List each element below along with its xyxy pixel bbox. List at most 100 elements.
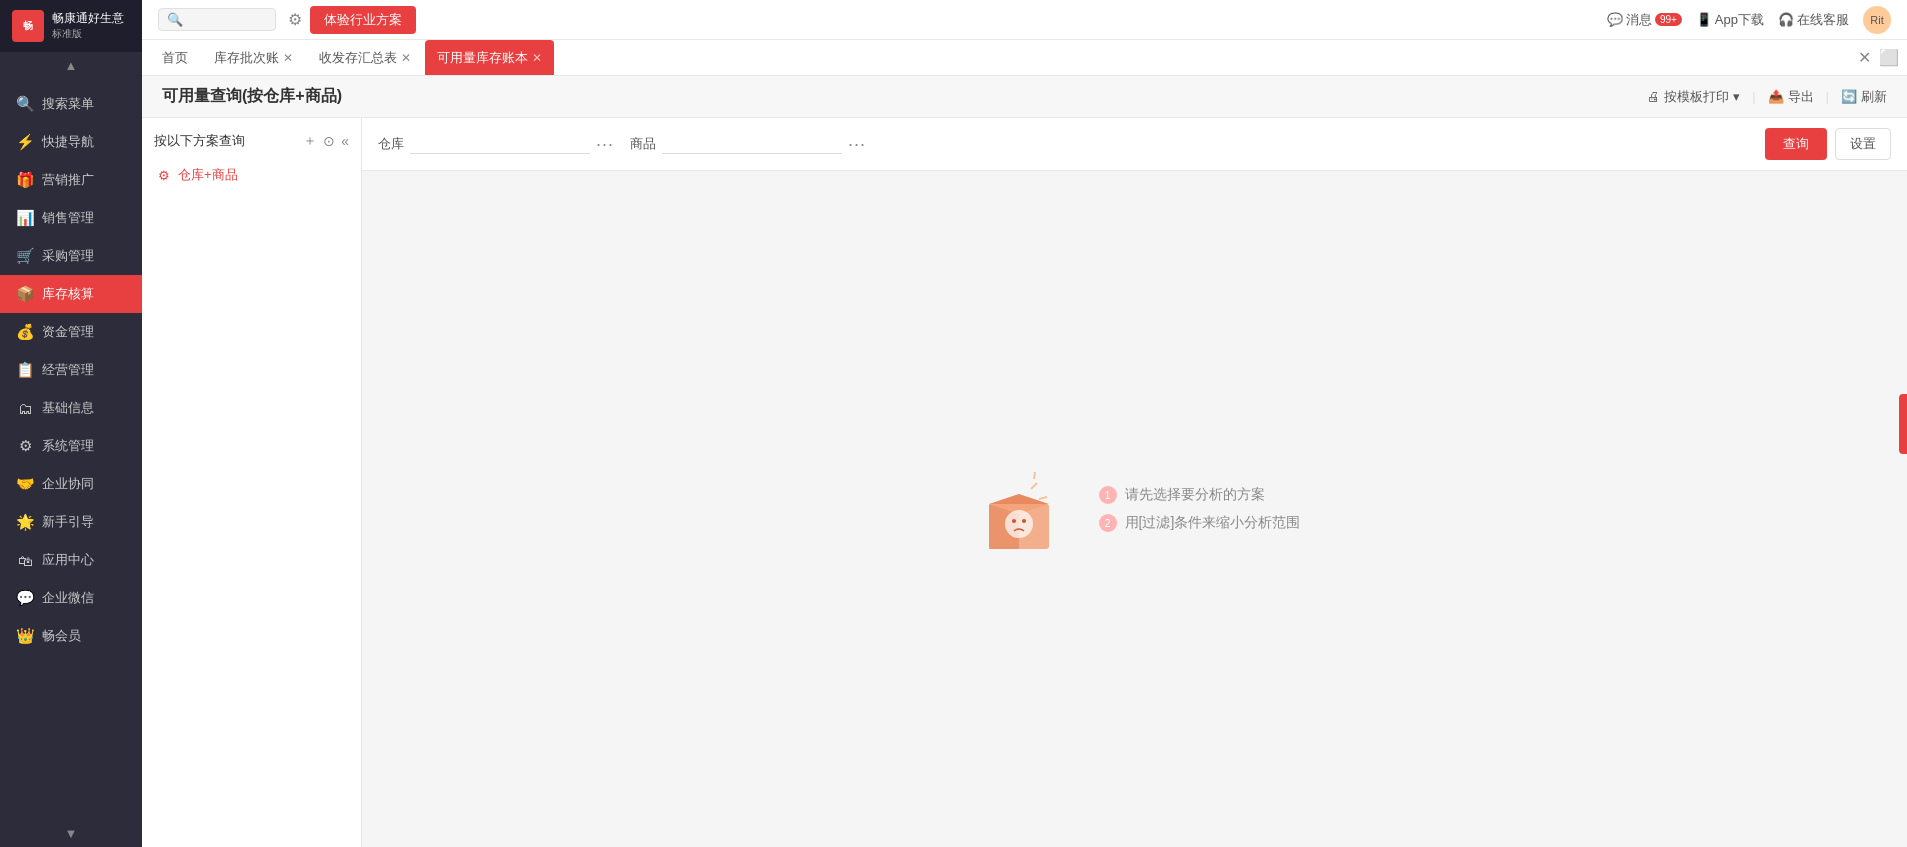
industry-solution-button[interactable]: 体验行业方案 [310, 6, 416, 34]
sidebar-item-member[interactable]: 👑 畅会员 [0, 617, 142, 655]
sidebar-item-purchase[interactable]: 🛒 采购管理 [0, 237, 142, 275]
sidebar-item-enterprise[interactable]: 🤝 企业协同 [0, 465, 142, 503]
sidebar-item-wechat[interactable]: 💬 企业微信 [0, 579, 142, 617]
sidebar-item-newbie[interactable]: 🌟 新手引导 [0, 503, 142, 541]
app-download-button[interactable]: 📱 App下载 [1696, 11, 1764, 29]
sidebar-scroll-up[interactable]: ▲ [0, 52, 142, 79]
user-area[interactable]: Rit [1863, 6, 1891, 34]
tab-summary[interactable]: 收发存汇总表 ✕ [307, 40, 423, 75]
warehouse-input[interactable] [410, 134, 590, 154]
sidebar-item-sales[interactable]: 📊 销售管理 [0, 199, 142, 237]
warehouse-field: 仓库 ··· [378, 134, 614, 155]
filter-item-warehouse-goods[interactable]: ⚙ 仓库+商品 [142, 158, 361, 192]
sidebar-item-search[interactable]: 🔍 搜索菜单 [0, 85, 142, 123]
filter-sidebar: 按以下方案查询 ＋ ⊙ « ⚙ 仓库+商品 [142, 118, 362, 847]
goods-more-button[interactable]: ··· [848, 134, 866, 155]
tab-summary-label: 收发存汇总表 [319, 49, 397, 67]
export-button[interactable]: 📤 导出 [1768, 88, 1814, 106]
system-icon: ⚙ [16, 437, 34, 455]
tip-num-1: 1 [1099, 486, 1117, 504]
tab-batch-close[interactable]: ✕ [283, 51, 293, 65]
message-icon: 💬 [1607, 12, 1623, 27]
operation-icon: 📋 [16, 361, 34, 379]
filter-header-label: 按以下方案查询 [154, 132, 245, 150]
add-filter-button[interactable]: ＋ [303, 132, 317, 150]
goods-input[interactable] [662, 134, 842, 154]
avatar: Rit [1863, 6, 1891, 34]
app-name: 畅康通好生意 [52, 11, 124, 27]
topbar-search-input[interactable] [187, 13, 267, 27]
sidebar-scroll-down[interactable]: ▼ [0, 820, 142, 847]
goods-field: 商品 ··· [630, 134, 866, 155]
svg-point-4 [1005, 510, 1033, 538]
tab-batch-label: 库存批次账 [214, 49, 279, 67]
tab-batch[interactable]: 库存批次账 ✕ [202, 40, 305, 75]
settings-icon[interactable]: ⚙ [288, 10, 302, 29]
marketing-icon: 🎁 [16, 171, 34, 189]
filter-header: 按以下方案查询 ＋ ⊙ « [142, 128, 361, 158]
warehouse-more-button[interactable]: ··· [596, 134, 614, 155]
page-actions: 🖨 按模板打印 ▾ | 📤 导出 | 🔄 刷新 [1647, 88, 1887, 106]
online-service-button[interactable]: 🎧 在线客服 [1778, 11, 1849, 29]
query-button[interactable]: 查询 [1765, 128, 1827, 160]
app-download-label: App下载 [1715, 11, 1764, 29]
settings-button[interactable]: 设置 [1835, 128, 1891, 160]
maximize-window-button[interactable]: ⬜ [1879, 48, 1899, 67]
sidebar-item-label: 营销推广 [42, 171, 94, 189]
tab-available[interactable]: 可用量库存账本 ✕ [425, 40, 554, 75]
topbar-search-box[interactable]: 🔍 [158, 8, 276, 31]
shortcut-icon: ⚡ [16, 133, 34, 151]
empty-illustration [969, 459, 1069, 559]
message-button[interactable]: 💬 消息 99+ [1607, 11, 1682, 29]
manage-filter-button[interactable]: ⊙ [323, 133, 335, 149]
finance-icon: 💰 [16, 323, 34, 341]
collapse-filter-button[interactable]: « [341, 133, 349, 149]
sidebar-nav: 🔍 搜索菜单 ⚡ 快捷导航 🎁 营销推广 📊 销售管理 🛒 采购管理 📦 库存核… [0, 79, 142, 820]
refresh-icon: 🔄 [1841, 89, 1857, 104]
sidebar-item-system[interactable]: ⚙ 系统管理 [0, 427, 142, 465]
sidebar-item-finance[interactable]: 💰 资金管理 [0, 313, 142, 351]
empty-box-svg [969, 459, 1069, 559]
export-icon: 📤 [1768, 89, 1784, 104]
refresh-button[interactable]: 🔄 刷新 [1841, 88, 1887, 106]
sidebar-item-label: 应用中心 [42, 551, 94, 569]
topbar-right: 💬 消息 99+ 📱 App下载 🎧 在线客服 Rit [1607, 6, 1891, 34]
filter-item-label: 仓库+商品 [178, 166, 238, 184]
member-icon: 👑 [16, 627, 34, 645]
basic-icon: 🗂 [16, 400, 34, 417]
tab-home[interactable]: 首页 [150, 40, 200, 75]
inventory-icon: 📦 [16, 285, 34, 303]
tab-summary-close[interactable]: ✕ [401, 51, 411, 65]
sidebar-item-label: 快捷导航 [42, 133, 94, 151]
sidebar-item-inventory[interactable]: 📦 库存核算 [0, 275, 142, 313]
enterprise-icon: 🤝 [16, 475, 34, 493]
sidebar-item-label: 搜索菜单 [42, 95, 94, 113]
sidebar-item-label: 系统管理 [42, 437, 94, 455]
empty-tip-2: 2 用[过滤]条件来缩小分析范围 [1099, 514, 1301, 532]
close-window-button[interactable]: ✕ [1858, 48, 1871, 67]
window-buttons: ✕ ⬜ [1858, 48, 1899, 67]
wechat-icon: 💬 [16, 589, 34, 607]
tab-available-label: 可用量库存账本 [437, 49, 528, 67]
sidebar-item-operation[interactable]: 📋 经营管理 [0, 351, 142, 389]
svg-point-5 [1012, 519, 1016, 523]
sidebar-item-basic[interactable]: 🗂 基础信息 [0, 389, 142, 427]
sidebar-item-shortcut[interactable]: ⚡ 快捷导航 [0, 123, 142, 161]
sidebar-item-marketing[interactable]: 🎁 营销推广 [0, 161, 142, 199]
search-icon: 🔍 [16, 95, 34, 113]
topbar: 🔍 ⚙ 体验行业方案 💬 消息 99+ 📱 App下载 🎧 在线客服 Rit [142, 0, 1907, 40]
print-button[interactable]: 🖨 按模板打印 ▾ [1647, 88, 1740, 106]
data-area: 仓库 ··· 商品 ··· 查询 设置 [362, 118, 1907, 847]
right-scroll-indicator[interactable] [1899, 394, 1907, 454]
tip-text-1: 请先选择要分析的方案 [1125, 486, 1265, 504]
query-actions: 查询 设置 [1765, 128, 1891, 160]
sidebar-item-label: 资金管理 [42, 323, 94, 341]
tab-home-label: 首页 [162, 49, 188, 67]
sidebar-item-label: 畅会员 [42, 627, 81, 645]
chevron-down-icon: ▾ [1733, 89, 1740, 104]
purchase-icon: 🛒 [16, 247, 34, 265]
page-header: 可用量查询(按仓库+商品) 🖨 按模板打印 ▾ | 📤 导出 | 🔄 刷新 [142, 76, 1907, 118]
tab-available-close[interactable]: ✕ [532, 51, 542, 65]
sidebar-item-appcenter[interactable]: 🛍 应用中心 [0, 541, 142, 579]
tip-text-2: 用[过滤]条件来缩小分析范围 [1125, 514, 1301, 532]
